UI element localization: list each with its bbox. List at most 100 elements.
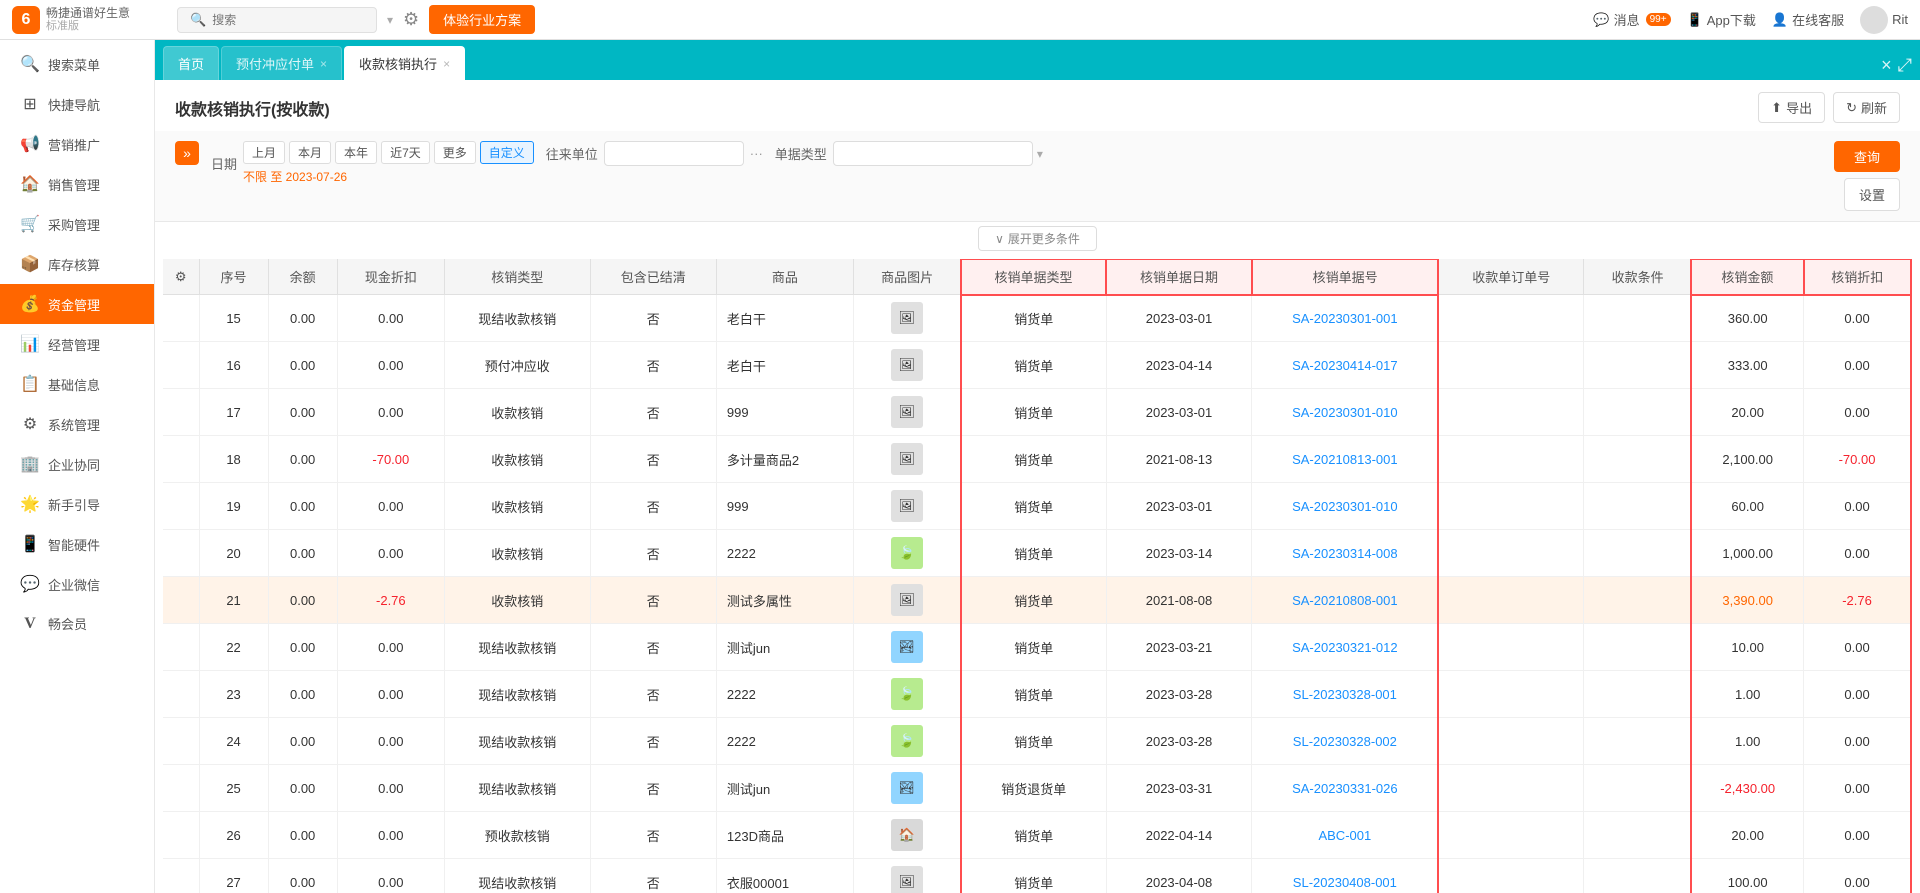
quick-nav-icon: ⊞ — [20, 94, 40, 114]
col-settings-cell[interactable] — [163, 718, 199, 765]
tabs-bar: 首页 预付冲应付单 × 收款核销执行 × × ⤢ — [155, 40, 1920, 80]
sidebar-item-marketing[interactable]: 📢 营销推广 — [0, 124, 154, 164]
last-month-btn[interactable]: 上月 — [243, 141, 285, 164]
table-row: 250.000.00现结收款核销否测试jun🏞销货退货单2023-03-31SA… — [163, 765, 1911, 812]
expand-conditions-btn[interactable]: ∨ 展开更多条件 — [978, 226, 1097, 251]
top-search-box[interactable]: 🔍 — [177, 7, 377, 33]
tab-expand-btn[interactable]: ⤢ — [1898, 55, 1912, 76]
table-wrapper[interactable]: ⚙ 序号 余额 现金折扣 核销类型 包含已结清 商品 商品图片 核销单据类型 核… — [163, 259, 1912, 893]
tab-writeoff[interactable]: 收款核销执行 × — [344, 46, 465, 80]
settings-filter-btn[interactable]: 设置 — [1844, 178, 1900, 211]
table-cell: 0.00 — [1804, 765, 1911, 812]
col-settings-cell[interactable] — [163, 577, 199, 624]
sidebar-item-guide[interactable]: 🌟 新手引导 — [0, 484, 154, 524]
sidebar-item-quicknav[interactable]: ⊞ 快捷导航 — [0, 84, 154, 124]
table-cell: 0.00 — [268, 765, 337, 812]
enterprise-icon: 🏢 — [20, 454, 40, 474]
doc-type-input[interactable] — [833, 141, 1033, 166]
tab-close-btn[interactable]: × — [1881, 55, 1892, 76]
app-download-btn[interactable]: 📱 App下载 — [1687, 10, 1756, 29]
sidebar-item-wechat[interactable]: 💬 企业微信 — [0, 564, 154, 604]
col-settings-cell[interactable] — [163, 671, 199, 718]
refresh-btn[interactable]: ↻ 刷新 — [1833, 92, 1900, 123]
table-cell — [1438, 295, 1584, 342]
col-settings-cell[interactable] — [163, 812, 199, 859]
col-settings-cell[interactable] — [163, 859, 199, 893]
table-cell[interactable]: SL-20230408-001 — [1252, 859, 1439, 893]
table-cell[interactable]: SL-20230328-001 — [1252, 671, 1439, 718]
product-image-cell: 🍃 — [853, 671, 960, 718]
sidebar-item-purchase[interactable]: 🛒 采购管理 — [0, 204, 154, 244]
table-cell[interactable]: SA-20230314-008 — [1252, 530, 1439, 577]
sidebar-item-member[interactable]: V 畅会员 — [0, 604, 154, 643]
table-cell: 20.00 — [1691, 812, 1803, 859]
query-btn[interactable]: 查询 — [1834, 141, 1900, 172]
marketing-icon: 📢 — [20, 134, 40, 154]
sidebar-item-inventory[interactable]: 📦 库存核算 — [0, 244, 154, 284]
table-cell[interactable]: SA-20230331-026 — [1252, 765, 1439, 812]
table-cell: 10.00 — [1691, 624, 1803, 671]
this-year-btn[interactable]: 本年 — [335, 141, 377, 164]
table-cell: 26 — [199, 812, 268, 859]
messages-btn[interactable]: 💬 消息 99+ — [1593, 10, 1670, 29]
table-cell — [1438, 483, 1584, 530]
col-settings-cell[interactable] — [163, 436, 199, 483]
table-cell — [1584, 389, 1691, 436]
table-cell: 0.00 — [337, 483, 444, 530]
export-btn[interactable]: ⬆ 导出 — [1758, 92, 1825, 123]
trial-btn[interactable]: 体验行业方案 — [429, 5, 535, 34]
table-row: 180.00-70.00收款核销否多计量商品2🖼销货单2021-08-13SA-… — [163, 436, 1911, 483]
product-image-cell: 🖼 — [853, 859, 960, 893]
top-search-input[interactable] — [212, 13, 352, 27]
col-settings-cell[interactable] — [163, 342, 199, 389]
sidebar-item-enterprise[interactable]: 🏢 企业协同 — [0, 444, 154, 484]
col-settings-cell[interactable] — [163, 483, 199, 530]
table-cell[interactable]: SA-20230301-001 — [1252, 295, 1439, 342]
sidebar-item-system[interactable]: ⚙ 系统管理 — [0, 404, 154, 444]
tab-prepay[interactable]: 预付冲应付单 × — [221, 46, 342, 80]
table-cell[interactable]: SA-20230301-010 — [1252, 389, 1439, 436]
more-btn[interactable]: 更多 — [434, 141, 476, 164]
filter-expand-btn[interactable]: » — [175, 141, 199, 165]
table-cell[interactable]: SA-20230301-010 — [1252, 483, 1439, 530]
table-cell: 0.00 — [1804, 812, 1911, 859]
tab-prepay-close[interactable]: × — [320, 57, 327, 71]
custom-btn[interactable]: 自定义 — [480, 141, 534, 164]
table-cell[interactable]: SA-20230414-017 — [1252, 342, 1439, 389]
tab-writeoff-close[interactable]: × — [443, 57, 450, 71]
col-settings-cell[interactable] — [163, 765, 199, 812]
table-cell: 2023-03-14 — [1106, 530, 1252, 577]
table-cell[interactable]: SA-20230321-012 — [1252, 624, 1439, 671]
doc-type-chevron-icon[interactable]: ▾ — [1037, 147, 1043, 161]
col-settings-cell[interactable] — [163, 389, 199, 436]
table-cell: 2023-03-21 — [1106, 624, 1252, 671]
table-cell: 0.00 — [268, 577, 337, 624]
table-cell: 3,390.00 — [1691, 577, 1803, 624]
col-settings-cell[interactable] — [163, 295, 199, 342]
last7-btn[interactable]: 近7天 — [381, 141, 430, 164]
user-profile[interactable]: Rit — [1860, 6, 1908, 34]
table-cell: 否 — [590, 718, 716, 765]
col-settings[interactable]: ⚙ — [163, 259, 199, 295]
search-chevron-icon[interactable]: ▾ — [387, 13, 393, 27]
sidebar-item-finance[interactable]: 💰 资金管理 — [0, 284, 154, 324]
table-cell[interactable]: SL-20230328-002 — [1252, 718, 1439, 765]
sidebar-item-basic-info[interactable]: 📋 基础信息 — [0, 364, 154, 404]
this-month-btn[interactable]: 本月 — [289, 141, 331, 164]
col-settings-cell[interactable] — [163, 624, 199, 671]
online-service-btn[interactable]: 👤 在线客服 — [1772, 10, 1844, 29]
counterparty-input[interactable] — [604, 141, 744, 166]
table-cell[interactable]: SA-20210813-001 — [1252, 436, 1439, 483]
table-cell[interactable]: ABC-001 — [1252, 812, 1439, 859]
tab-home[interactable]: 首页 — [163, 46, 219, 80]
table-cell: 2022-04-14 — [1106, 812, 1252, 859]
sidebar-item-sales[interactable]: 🏠 销售管理 — [0, 164, 154, 204]
sidebar-item-search[interactable]: 🔍 搜索菜单 — [0, 44, 154, 84]
settings-icon[interactable]: ⚙ — [403, 9, 419, 30]
date-filter: 日期 上月 本月 本年 近7天 更多 自定义 不限 至 2023-07-26 — [211, 141, 534, 185]
sidebar-item-smart-hw[interactable]: 📱 智能硬件 — [0, 524, 154, 564]
col-settings-cell[interactable] — [163, 530, 199, 577]
counterparty-more-icon[interactable]: ··· — [750, 146, 763, 161]
sidebar-item-operations[interactable]: 📊 经营管理 — [0, 324, 154, 364]
table-cell[interactable]: SA-20210808-001 — [1252, 577, 1439, 624]
